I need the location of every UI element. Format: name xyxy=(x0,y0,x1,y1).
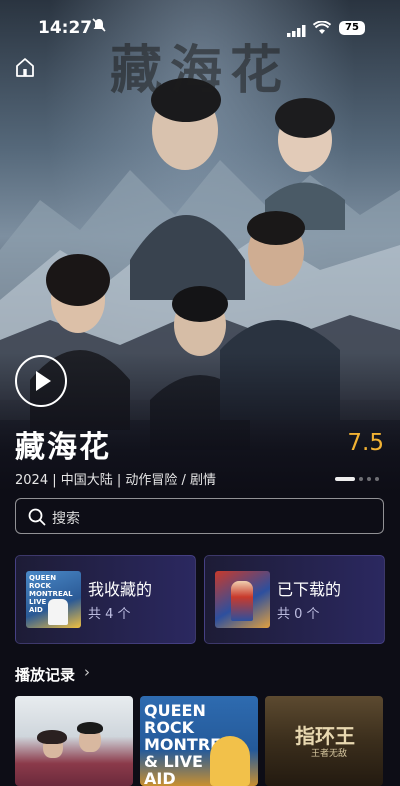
play-icon xyxy=(36,371,51,391)
search-input[interactable]: 搜索 xyxy=(15,498,384,534)
carousel-dot-active[interactable] xyxy=(335,477,355,481)
wifi-icon xyxy=(312,20,332,39)
favorites-thumbnail: QUEEN ROCK MONTREAL LIVE AID xyxy=(26,571,81,628)
hero-banner[interactable]: 藏海花 14:27 75 藏海花 7.5 2024 | 中国大陆 | 动作冒险 … xyxy=(0,0,400,493)
downloads-thumbnail xyxy=(215,571,270,628)
status-bar: 14:27 75 xyxy=(0,0,400,44)
status-time: 14:27 xyxy=(38,18,93,38)
downloads-count: 共 0 个 xyxy=(277,607,320,622)
chevron-right-icon[interactable]: › xyxy=(84,663,90,681)
favorites-card[interactable]: QUEEN ROCK MONTREAL LIVE AID 我收藏的 共 4 个 xyxy=(15,555,196,644)
history-poster-3-subtitle: 王者无敌 xyxy=(311,749,348,759)
poster-figure-hair xyxy=(77,722,103,734)
battery-indicator: 75 xyxy=(339,21,365,35)
history-poster-2[interactable]: QUEEN ROCK MONTREAL & LIVE AID xyxy=(140,696,258,786)
poster-figure xyxy=(210,736,250,786)
home-icon[interactable] xyxy=(14,56,36,78)
history-title[interactable]: 播放记录 xyxy=(15,664,75,685)
history-poster-3-title: 指环王 xyxy=(295,724,355,748)
history-poster-3[interactable]: 指环王 王者无敌 xyxy=(265,696,383,786)
hero-rating: 7.5 xyxy=(347,430,384,456)
downloads-card[interactable]: 已下载的 共 0 个 xyxy=(204,555,385,644)
history-poster-1[interactable] xyxy=(15,696,133,786)
carousel-indicator[interactable] xyxy=(335,477,383,481)
play-button[interactable] xyxy=(15,355,67,407)
carousel-dot[interactable] xyxy=(375,477,379,481)
carousel-dot[interactable] xyxy=(367,477,371,481)
favorites-count: 共 4 个 xyxy=(88,607,131,622)
search-placeholder: 搜索 xyxy=(52,511,80,527)
favorites-label: 我收藏的 xyxy=(88,580,153,599)
carousel-dot[interactable] xyxy=(359,477,363,481)
downloads-label: 已下载的 xyxy=(277,580,342,599)
history-poster-2-text: QUEEN ROCK MONTREAL & LIVE AID xyxy=(144,701,244,786)
hero-title: 藏海花 xyxy=(15,430,111,465)
bell-off-icon xyxy=(92,18,106,36)
search-icon xyxy=(28,508,46,526)
poster-figure-hair xyxy=(37,730,67,744)
signal-icon xyxy=(287,22,307,41)
hero-meta: 2024 | 中国大陆 | 动作冒险 / 剧情 xyxy=(15,473,217,488)
